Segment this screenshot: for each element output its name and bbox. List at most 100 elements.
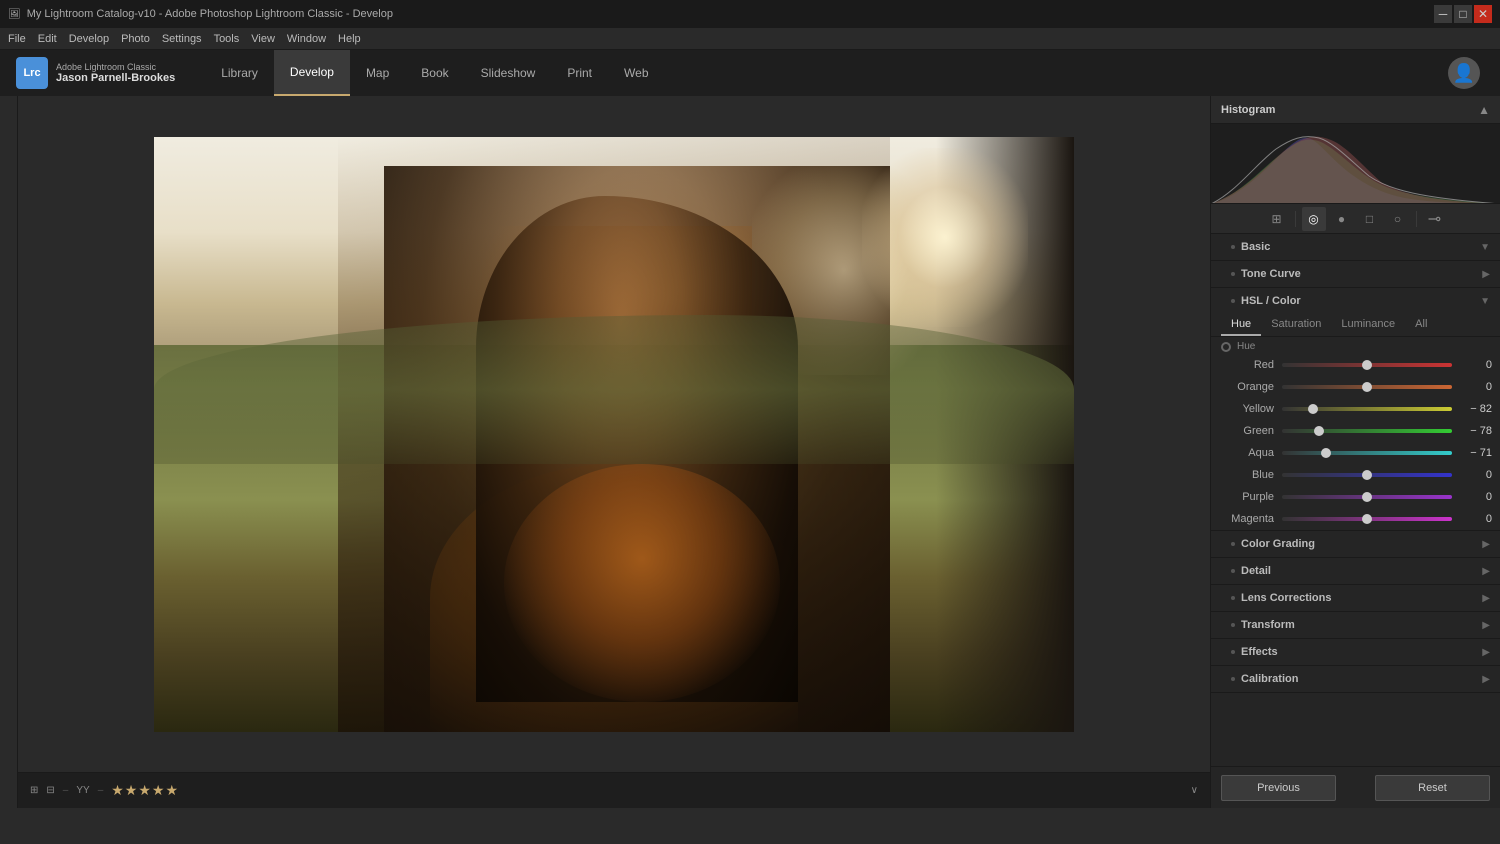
previous-button[interactable]: Previous xyxy=(1221,775,1336,801)
tool-circle-full[interactable]: ● xyxy=(1330,207,1354,231)
hsl-slider-yellow[interactable] xyxy=(1282,407,1452,411)
tool-square[interactable]: □ xyxy=(1358,207,1382,231)
restore-button[interactable]: □ xyxy=(1454,5,1472,23)
filmstrip-compare-btn[interactable]: YY xyxy=(76,785,89,796)
effects-panel-header[interactable]: Effects ▶ xyxy=(1211,639,1500,665)
color-grading-panel-header[interactable]: Color Grading ▶ xyxy=(1211,531,1500,557)
tool-circle-dot[interactable]: ◎ xyxy=(1302,207,1326,231)
lens-corrections-header-left: Lens Corrections xyxy=(1231,592,1331,604)
menu-edit[interactable]: Edit xyxy=(38,33,57,45)
menu-photo[interactable]: Photo xyxy=(121,33,150,45)
star-rating[interactable]: ★★★★★ xyxy=(111,782,179,799)
color-grading-header-left: Color Grading xyxy=(1231,538,1315,550)
hsl-thumb-green xyxy=(1314,426,1324,436)
tool-circle-empty[interactable]: ○ xyxy=(1386,207,1410,231)
nav-book[interactable]: Book xyxy=(405,50,464,96)
tone-curve-toggle[interactable]: ▶ xyxy=(1482,269,1490,280)
filmstrip-view-btn[interactable]: ⊞ xyxy=(30,785,38,796)
menu-help[interactable]: Help xyxy=(338,33,361,45)
menu-file[interactable]: File xyxy=(8,33,26,45)
hsl-slider-blue[interactable] xyxy=(1282,473,1452,477)
basic-title: Basic xyxy=(1241,241,1270,253)
hsl-label-blue: Blue xyxy=(1219,469,1274,481)
detail-toggle[interactable]: ▶ xyxy=(1482,566,1490,577)
panels-scroll[interactable]: Basic ▼ Tone Curve ▶ xyxy=(1211,234,1500,766)
tone-curve-panel-header[interactable]: Tone Curve ▶ xyxy=(1211,261,1500,287)
basic-panel-header[interactable]: Basic ▼ xyxy=(1211,234,1500,260)
photo-scene xyxy=(154,137,1074,732)
hsl-thumb-magenta xyxy=(1362,514,1372,524)
detail-indicator xyxy=(1231,569,1235,573)
hsl-slider-orange[interactable] xyxy=(1282,385,1452,389)
titlebar-controls[interactable]: ─ □ ✕ xyxy=(1434,5,1492,23)
minimize-button[interactable]: ─ xyxy=(1434,5,1452,23)
lrc-text: Adobe Lightroom Classic Jason Parnell-Br… xyxy=(56,62,175,84)
menu-view[interactable]: View xyxy=(251,33,275,45)
hsl-tab-hue[interactable]: Hue xyxy=(1221,314,1261,336)
hsl-tab-luminance[interactable]: Luminance xyxy=(1331,314,1405,336)
transform-header-left: Transform xyxy=(1231,619,1295,631)
filmstrip-grid-btn[interactable]: ⊟ xyxy=(46,785,54,796)
nav-print[interactable]: Print xyxy=(551,50,608,96)
hsl-slider-green[interactable] xyxy=(1282,429,1452,433)
nav-develop[interactable]: Develop xyxy=(274,50,350,96)
hsl-tab-all[interactable]: All xyxy=(1405,314,1437,336)
hsl-value-orange: 0 xyxy=(1460,381,1492,393)
nav-map[interactable]: Map xyxy=(350,50,405,96)
hsl-label-green: Green xyxy=(1219,425,1274,437)
color-grading-indicator xyxy=(1231,542,1235,546)
reset-button[interactable]: Reset xyxy=(1375,775,1490,801)
menu-settings[interactable]: Settings xyxy=(162,33,202,45)
nav-library[interactable]: Library xyxy=(205,50,274,96)
menubar: File Edit Develop Photo Settings Tools V… xyxy=(0,28,1500,50)
hsl-tab-saturation[interactable]: Saturation xyxy=(1261,314,1331,336)
hsl-slider-magenta[interactable] xyxy=(1282,517,1452,521)
hsl-thumb-aqua xyxy=(1321,448,1331,458)
tool-grid[interactable]: ⊞ xyxy=(1265,207,1289,231)
transform-panel-header[interactable]: Transform ▶ xyxy=(1211,612,1500,638)
color-grading-section: Color Grading ▶ xyxy=(1211,531,1500,558)
effects-title: Effects xyxy=(1241,646,1278,658)
lens-corrections-toggle[interactable]: ▶ xyxy=(1482,593,1490,604)
hsl-value-aqua: − 71 xyxy=(1460,447,1492,459)
nav-slideshow[interactable]: Slideshow xyxy=(465,50,552,96)
lens-corrections-panel-header[interactable]: Lens Corrections ▶ xyxy=(1211,585,1500,611)
calibration-toggle[interactable]: ▶ xyxy=(1482,674,1490,685)
color-grading-toggle[interactable]: ▶ xyxy=(1482,539,1490,550)
detail-panel-header[interactable]: Detail ▶ xyxy=(1211,558,1500,584)
filmstrip-expand-btn[interactable]: ∨ xyxy=(1191,785,1198,796)
histogram-collapse-icon[interactable]: ▲ xyxy=(1478,103,1490,117)
menu-tools[interactable]: Tools xyxy=(214,33,240,45)
hsl-label-purple: Purple xyxy=(1219,491,1274,503)
photo-area xyxy=(18,96,1210,772)
nav-avatar[interactable]: 👤 xyxy=(1448,57,1480,89)
hue-indicator-circle xyxy=(1221,342,1231,352)
menu-window[interactable]: Window xyxy=(287,33,326,45)
hsl-slider-purple[interactable] xyxy=(1282,495,1452,499)
calibration-panel-header[interactable]: Calibration ▶ xyxy=(1211,666,1500,692)
calibration-indicator xyxy=(1231,677,1235,681)
transform-toggle[interactable]: ▶ xyxy=(1482,620,1490,631)
menu-develop[interactable]: Develop xyxy=(69,33,109,45)
hsl-panel-header[interactable]: HSL / Color ▼ xyxy=(1211,288,1500,314)
calibration-title: Calibration xyxy=(1241,673,1298,685)
right-panel: Histogram ▲ xyxy=(1210,96,1500,808)
hsl-title: HSL / Color xyxy=(1241,295,1301,307)
basic-header-left: Basic xyxy=(1231,241,1270,253)
left-panel xyxy=(0,96,18,808)
titlebar: 🖼 My Lightroom Catalog-v10 - Adobe Photo… xyxy=(0,0,1500,28)
hsl-slider-aqua[interactable] xyxy=(1282,451,1452,455)
lens-corrections-indicator xyxy=(1231,596,1235,600)
basic-toggle[interactable]: ▼ xyxy=(1480,242,1490,253)
close-button[interactable]: ✕ xyxy=(1474,5,1492,23)
effects-section: Effects ▶ xyxy=(1211,639,1500,666)
hsl-slider-red[interactable] xyxy=(1282,363,1452,367)
nav-web[interactable]: Web xyxy=(608,50,664,96)
effects-toggle[interactable]: ▶ xyxy=(1482,647,1490,658)
lrc-icon-badge: Lrc xyxy=(16,57,48,89)
hsl-toggle[interactable]: ▼ xyxy=(1480,296,1490,307)
app-icon: 🖼 xyxy=(8,9,21,20)
hsl-row-orange: Orange 0 xyxy=(1211,376,1500,398)
hsl-row-red: Red 0 xyxy=(1211,354,1500,376)
tool-slider[interactable]: ⊸ xyxy=(1423,207,1447,231)
